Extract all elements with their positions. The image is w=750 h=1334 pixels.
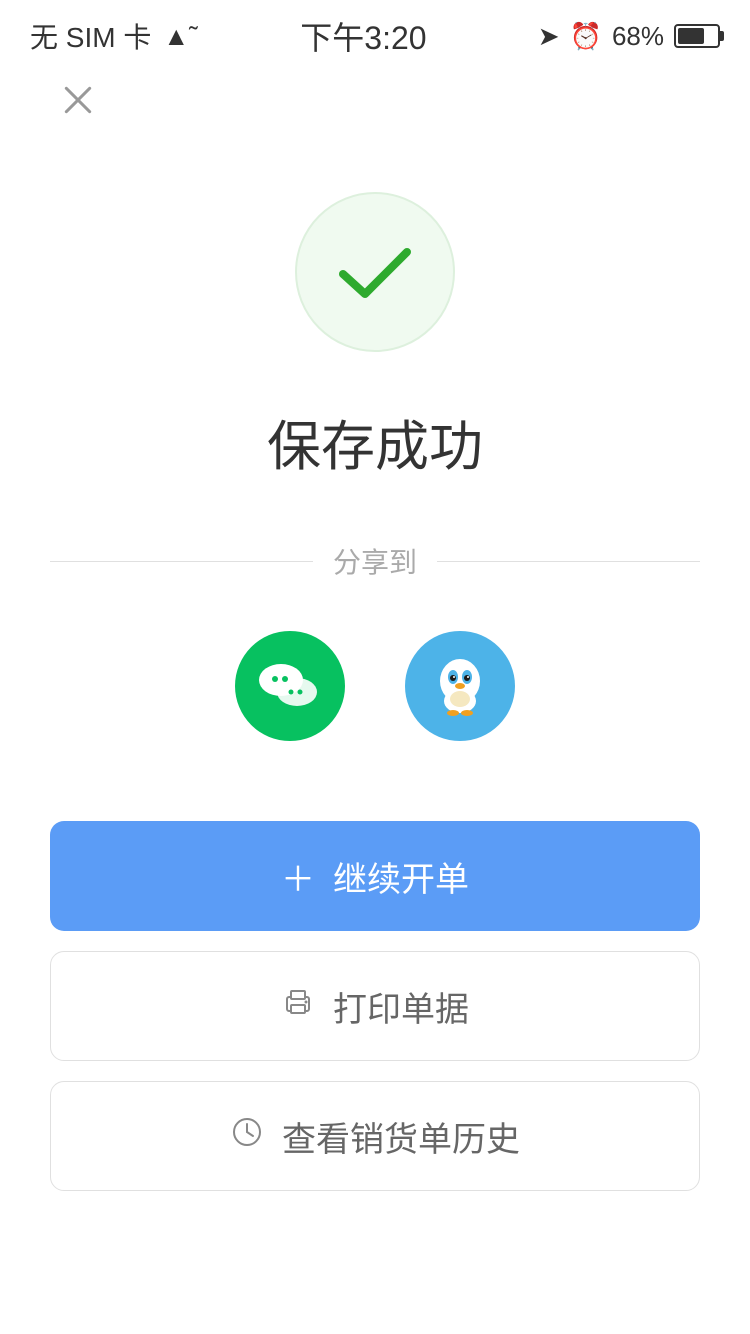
clock-icon bbox=[230, 1115, 264, 1158]
share-section: 分享到 bbox=[50, 541, 700, 741]
location-icon: ➤ bbox=[538, 21, 560, 52]
close-button[interactable] bbox=[50, 72, 106, 128]
qq-share-button[interactable] bbox=[405, 631, 515, 741]
checkmark-icon bbox=[335, 242, 415, 302]
success-area: 保存成功 分享到 bbox=[50, 192, 700, 1191]
share-label: 分享到 bbox=[333, 541, 417, 581]
success-title: 保存成功 bbox=[267, 402, 483, 481]
success-circle bbox=[295, 192, 455, 352]
plus-icon: ＋ bbox=[281, 852, 315, 901]
status-time: 下午3:20 bbox=[300, 13, 426, 59]
wechat-share-button[interactable] bbox=[235, 631, 345, 741]
print-icon bbox=[281, 985, 315, 1028]
main-content: 保存成功 分享到 bbox=[0, 72, 750, 1191]
wechat-icon bbox=[257, 658, 323, 714]
print-label: 打印单据 bbox=[333, 982, 469, 1031]
action-buttons: ＋ 继续开单 打印单据 bbox=[50, 821, 700, 1191]
qq-icon bbox=[433, 653, 487, 719]
history-label: 查看销货单历史 bbox=[282, 1112, 520, 1161]
continue-label: 继续开单 bbox=[333, 852, 469, 901]
battery-icon bbox=[674, 24, 720, 48]
carrier-text: 无 SIM 卡 bbox=[30, 16, 151, 56]
divider-right bbox=[437, 561, 700, 562]
history-button[interactable]: 查看销货单历史 bbox=[50, 1081, 700, 1191]
battery-percentage: 68% bbox=[612, 21, 664, 52]
divider-left bbox=[50, 561, 313, 562]
alarm-icon: ⏰ bbox=[570, 21, 602, 52]
wifi-icon: ▲̃ bbox=[163, 21, 189, 52]
status-right: ➤ ⏰ 68% bbox=[538, 21, 720, 52]
print-button[interactable]: 打印单据 bbox=[50, 951, 700, 1061]
status-bar: 无 SIM 卡 ▲̃ 下午3:20 ➤ ⏰ 68% bbox=[0, 0, 750, 72]
status-left: 无 SIM 卡 ▲̃ bbox=[30, 16, 189, 56]
share-divider: 分享到 bbox=[50, 541, 700, 581]
continue-button[interactable]: ＋ 继续开单 bbox=[50, 821, 700, 931]
share-icons bbox=[50, 631, 700, 741]
close-icon bbox=[58, 80, 98, 120]
